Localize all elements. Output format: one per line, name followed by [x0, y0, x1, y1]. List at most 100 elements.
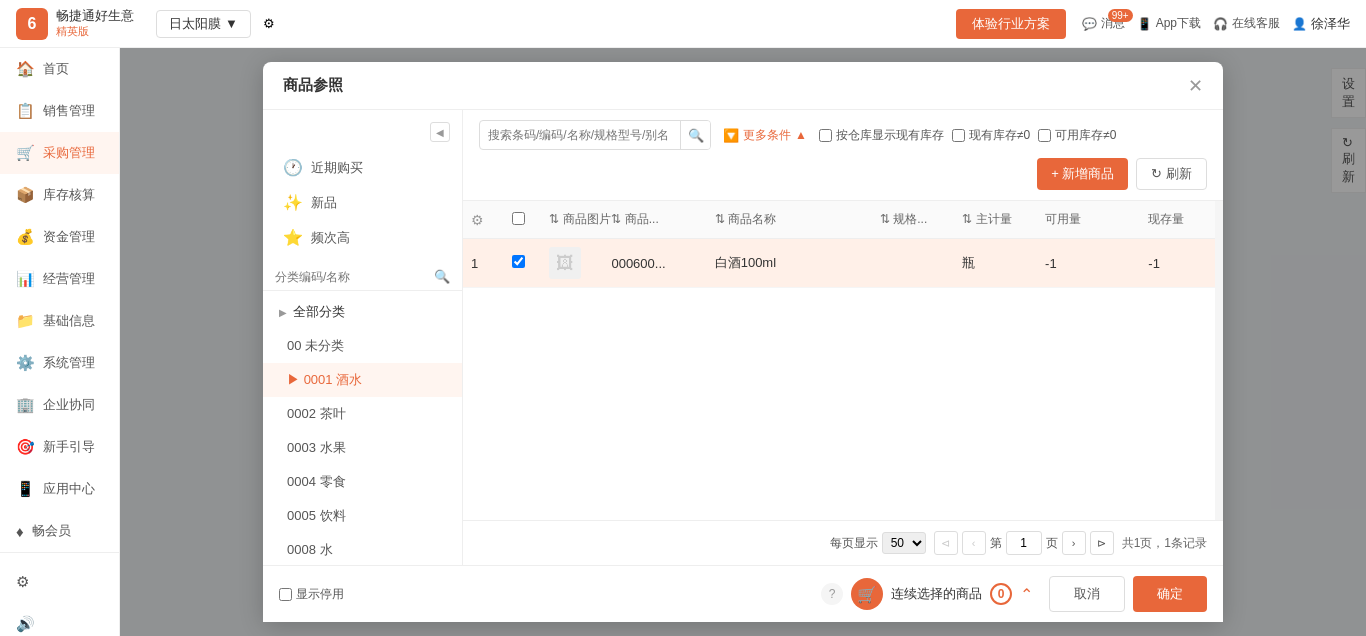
- qf-label-frequent: 频次高: [311, 229, 350, 247]
- scroll-bar[interactable]: [1215, 201, 1223, 520]
- product-search-input[interactable]: [480, 128, 680, 142]
- message-badge: 99+: [1108, 9, 1133, 22]
- th-unit[interactable]: ⇅ 主计量: [954, 201, 1037, 239]
- modal-footer: 显示停用 ? 🛒 连续选择的商品 0 ⌃ 取消 确定: [263, 565, 1223, 622]
- modal-title: 商品参照: [283, 76, 343, 95]
- category-0008[interactable]: 0008 水: [263, 533, 462, 565]
- warehouse-filter[interactable]: 按仓库显示现有库存: [819, 127, 944, 144]
- next-page-button[interactable]: ›: [1062, 531, 1086, 555]
- store-selector[interactable]: 日太阳膜 ▼: [156, 10, 251, 38]
- logo-icon: 6: [16, 8, 48, 40]
- select-all-checkbox[interactable]: [512, 212, 525, 225]
- category-00[interactable]: 00 未分类: [263, 329, 462, 363]
- refresh-button[interactable]: ↻ 刷新: [1136, 158, 1207, 190]
- th-spec[interactable]: ⇅ 规格...: [872, 201, 955, 239]
- sidebar-item-system[interactable]: ⚙️系统管理: [0, 342, 119, 384]
- category-0002[interactable]: 0002 茶叶: [263, 397, 462, 431]
- table-row[interactable]: 1 🖼 000600... 白酒100ml 瓶 -1 -1: [463, 239, 1223, 288]
- cancel-button[interactable]: 取消: [1049, 576, 1125, 612]
- th-available: 可用量: [1037, 201, 1140, 239]
- sidebar-item-volume[interactable]: 🔊: [0, 603, 119, 636]
- cat-label-0008: 0008 水: [287, 542, 333, 557]
- category-0004[interactable]: 0004 零食: [263, 465, 462, 499]
- online-service-button[interactable]: 🎧 在线客服: [1213, 15, 1280, 32]
- add-product-button[interactable]: + 新增商品: [1037, 158, 1128, 190]
- sidebar-item-purchase[interactable]: 🛒采购管理: [0, 132, 119, 174]
- page-size-select[interactable]: 50: [882, 532, 926, 554]
- available-stock-filter[interactable]: 可用库存≠0: [1038, 127, 1116, 144]
- modal-header: 商品参照 ✕: [263, 62, 1223, 110]
- sidebar-item-guide[interactable]: 🎯新手引导: [0, 426, 119, 468]
- sidebar-item-basics[interactable]: 📁基础信息: [0, 300, 119, 342]
- product-image-0: 🖼: [549, 247, 581, 279]
- category-search-input[interactable]: [275, 270, 430, 284]
- page-nav: ⊲ ‹ 第 页 › ⊳: [934, 531, 1114, 555]
- cart-area: ? 🛒 连续选择的商品 0 ⌃: [821, 578, 1033, 610]
- category-0001[interactable]: ▶ 0001 酒水: [263, 363, 462, 397]
- experience-button[interactable]: 体验行业方案: [956, 9, 1066, 39]
- chevron-down-icon: ▼: [225, 16, 238, 31]
- footer-buttons: 取消 确定: [1049, 576, 1207, 612]
- prev-page-button[interactable]: ‹: [962, 531, 986, 555]
- cat-label-0005: 0005 饮料: [287, 508, 346, 523]
- cat-label-00: 00 未分类: [287, 338, 344, 353]
- cell-checkbox-0: [504, 239, 541, 288]
- collapse-button[interactable]: ◀: [430, 122, 450, 142]
- help-icon[interactable]: ?: [821, 583, 843, 605]
- sidebar-label-guide: 新手引导: [43, 438, 95, 456]
- cell-stock-0: -1: [1140, 239, 1223, 288]
- last-page-button[interactable]: ⊳: [1090, 531, 1114, 555]
- current-stock-checkbox[interactable]: [952, 129, 965, 142]
- category-all[interactable]: ▶全部分类: [263, 295, 462, 329]
- modal-right-panel: 🔍 🔽 更多条件 ▲ 按仓库显示现有库存: [463, 110, 1223, 565]
- category-0003[interactable]: 0003 水果: [263, 431, 462, 465]
- warehouse-checkbox[interactable]: [819, 129, 832, 142]
- sidebar-item-inventory[interactable]: 📦库存核算: [0, 174, 119, 216]
- sort-icon-unit: ⇅: [962, 212, 972, 226]
- sidebar-item-home[interactable]: 🏠首页: [0, 48, 119, 90]
- sidebar-item-sales[interactable]: 📋销售管理: [0, 90, 119, 132]
- cart-collapse-icon[interactable]: ⌃: [1020, 585, 1033, 604]
- sidebar-item-member[interactable]: ♦畅会员: [0, 510, 119, 552]
- category-search-box: 🔍: [263, 263, 462, 291]
- sidebar-item-settings[interactable]: ⚙: [0, 561, 119, 603]
- quick-filter-new[interactable]: ✨新品: [271, 185, 454, 220]
- show-disabled-checkbox[interactable]: 显示停用: [279, 586, 344, 603]
- more-filters-button[interactable]: 🔽 更多条件 ▲: [719, 127, 811, 144]
- disabled-checkbox[interactable]: [279, 588, 292, 601]
- quick-filter-frequent[interactable]: ⭐频次高: [271, 220, 454, 255]
- page-number-input[interactable]: [1006, 531, 1042, 555]
- sidebar-item-enterprise[interactable]: 🏢企业协同: [0, 384, 119, 426]
- settings-icon[interactable]: ⚙: [263, 16, 275, 31]
- sidebar-label-enterprise: 企业协同: [43, 396, 95, 414]
- category-0005[interactable]: 0005 饮料: [263, 499, 462, 533]
- th-code[interactable]: ⇅ 商品...: [603, 201, 706, 239]
- quick-filter-recent[interactable]: 🕐近期购买: [271, 150, 454, 185]
- current-stock-filter[interactable]: 现有库存≠0: [952, 127, 1030, 144]
- sidebar-item-operations[interactable]: 📊经营管理: [0, 258, 119, 300]
- first-page-button[interactable]: ⊲: [934, 531, 958, 555]
- modal-close-button[interactable]: ✕: [1188, 77, 1203, 95]
- modal-overlay: 商品参照 ✕ ◀ 🕐近期购买✨新品⭐频次高 🔍: [120, 48, 1366, 636]
- cat-label-all: 全部分类: [293, 303, 345, 321]
- page-size-selector: 每页显示 50: [830, 532, 926, 554]
- product-table-wrapper: ⚙ ⇅ 商品图片 ⇅ 商品... ⇅ 商品名称 ⇅ 规格... ⇅ 主计量 可用…: [463, 201, 1223, 520]
- product-search-button[interactable]: 🔍: [680, 120, 710, 150]
- sidebar-item-finance[interactable]: 💰资金管理: [0, 216, 119, 258]
- sidebar-icon-basics: 📁: [16, 312, 35, 330]
- th-img[interactable]: ⇅ 商品图片: [541, 201, 603, 239]
- sidebar-item-apps[interactable]: 📱应用中心: [0, 468, 119, 510]
- cart-button[interactable]: 🛒: [851, 578, 883, 610]
- available-stock-checkbox[interactable]: [1038, 129, 1051, 142]
- category-list: ▶全部分类 00 未分类 ▶ 0001 酒水0002 茶叶0003 水果0004 零…: [263, 291, 462, 565]
- message-button[interactable]: 💬 99+ 消息: [1082, 15, 1125, 32]
- row-checkbox-0[interactable]: [512, 255, 525, 268]
- app-download-button[interactable]: 📱 App下载: [1137, 15, 1201, 32]
- th-name[interactable]: ⇅ 商品名称: [707, 201, 872, 239]
- table-settings-icon[interactable]: ⚙: [471, 212, 484, 228]
- category-search-icon[interactable]: 🔍: [434, 269, 450, 284]
- confirm-button[interactable]: 确定: [1133, 576, 1207, 612]
- user-avatar[interactable]: 👤 徐泽华: [1292, 15, 1350, 33]
- sidebar-label-sales: 销售管理: [43, 102, 95, 120]
- th-stock: 现存量: [1140, 201, 1223, 239]
